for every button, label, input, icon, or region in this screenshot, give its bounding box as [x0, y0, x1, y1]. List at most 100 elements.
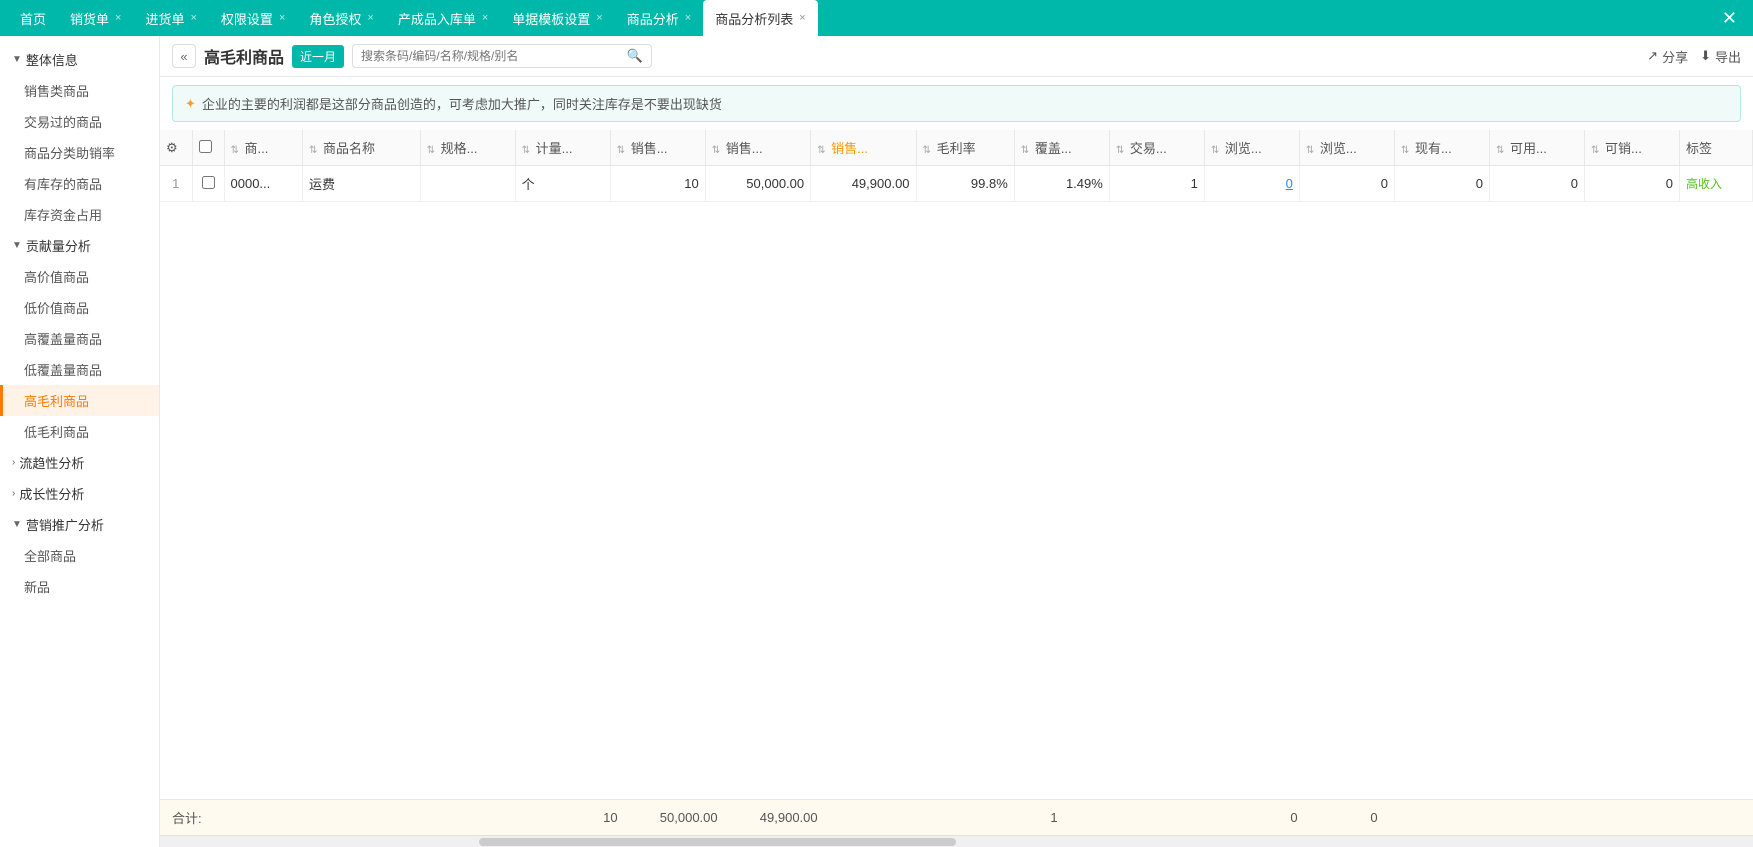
nav-tab-purchase[interactable]: 进货单 ×	[133, 0, 208, 36]
nav-tab-role[interactable]: 角色授权 ×	[297, 0, 385, 36]
sidebar-item-traded-goods[interactable]: 交易过的商品	[0, 106, 159, 137]
close-purchase-icon[interactable]: ×	[190, 12, 196, 24]
row-checkbox[interactable]	[202, 176, 215, 189]
search-input[interactable]	[361, 49, 623, 63]
footer-sales-cost: 49,900.00	[724, 810, 824, 825]
nav-tab-sales[interactable]: 销货单 ×	[58, 0, 133, 36]
sidebar-item-sales-goods[interactable]: 销售类商品	[0, 75, 159, 106]
col-gross-margin[interactable]: ⇅ 毛利率	[916, 130, 1014, 166]
sort-browse1-icon: ⇅	[1211, 145, 1219, 156]
window-close-button[interactable]: ✕	[1714, 8, 1745, 29]
sidebar-group-overall[interactable]: ▼ 整体信息	[0, 44, 159, 75]
col-available[interactable]: ⇅ 可用...	[1489, 130, 1584, 166]
sort-spec-icon: ⇅	[427, 145, 435, 156]
cell-coverage: 1.49%	[1014, 166, 1109, 202]
col-code[interactable]: ⇅ 商...	[224, 130, 303, 166]
col-checkbox[interactable]	[192, 130, 224, 166]
col-sales-amount[interactable]: ⇅ 销售...	[705, 130, 810, 166]
sort-current-icon: ⇅	[1401, 145, 1409, 156]
sidebar-item-low-margin[interactable]: 低毛利商品	[0, 416, 159, 447]
col-coverage[interactable]: ⇅ 覆盖...	[1014, 130, 1109, 166]
export-button[interactable]: ⬇ 导出	[1700, 47, 1741, 66]
cell-spec	[420, 166, 515, 202]
sidebar-group-growth[interactable]: › 成长性分析	[0, 478, 159, 509]
sidebar-item-high-value[interactable]: 高价值商品	[0, 261, 159, 292]
sidebar-item-new-goods[interactable]: 新品	[0, 571, 159, 602]
nav-tab-permission[interactable]: 权限设置 ×	[209, 0, 297, 36]
scrollbar-thumb[interactable]	[479, 838, 957, 846]
sidebar-item-low-coverage[interactable]: 低覆盖量商品	[0, 354, 159, 385]
col-current[interactable]: ⇅ 现有...	[1394, 130, 1489, 166]
cell-sales-cost: 49,900.00	[811, 166, 916, 202]
sort-unit-icon: ⇅	[522, 145, 530, 156]
col-saleable[interactable]: ⇅ 可销...	[1584, 130, 1679, 166]
cell-sales-qty: 10	[610, 166, 705, 202]
content-header: « 高毛利商品 近一月 🔍 ↗ 分享 ⬇ 导出	[160, 36, 1753, 77]
sidebar-group-trend-label: 流趋性分析	[19, 453, 84, 472]
col-settings[interactable]: ⚙	[160, 130, 192, 166]
cell-browse1[interactable]: 0	[1204, 166, 1299, 202]
nav-tab-analysis-list[interactable]: 商品分析列表 ×	[703, 0, 817, 36]
sidebar-item-high-margin[interactable]: 高毛利商品	[0, 385, 159, 416]
select-all-checkbox[interactable]	[199, 140, 212, 153]
footer-gross-spacer	[824, 810, 904, 825]
table-row: 1 0000... 运费 个	[160, 166, 1753, 202]
col-spec[interactable]: ⇅ 规格...	[420, 130, 515, 166]
sort-sales-amount-icon: ⇅	[712, 145, 720, 156]
table-container[interactable]: ⚙ ⇅ 商... ⇅ 商品名称	[160, 130, 1753, 799]
data-table: ⚙ ⇅ 商... ⇅ 商品名称	[160, 130, 1753, 202]
collapse-sidebar-button[interactable]: «	[172, 44, 196, 68]
nav-tab-template[interactable]: 单据模板设置 ×	[500, 0, 614, 36]
nav-tab-role-label: 角色授权	[309, 9, 361, 28]
search-icon[interactable]: 🔍	[627, 48, 643, 64]
content-area: « 高毛利商品 近一月 🔍 ↗ 分享 ⬇ 导出 ✦ 企业的主要	[160, 36, 1753, 847]
col-sales-cost[interactable]: ⇅ 销售...	[811, 130, 916, 166]
col-browse2[interactable]: ⇅ 浏览...	[1299, 130, 1394, 166]
footer-cells: 10 50,000.00 49,900.00 1 0 0	[214, 810, 1741, 825]
cell-tag: 高收入	[1680, 166, 1753, 202]
cell-checkbox[interactable]	[192, 166, 224, 202]
sidebar-group-marketing[interactable]: ▼ 营销推广分析	[0, 509, 159, 540]
close-permission-icon[interactable]: ×	[279, 12, 285, 24]
nav-tab-analysis[interactable]: 商品分析 ×	[615, 0, 703, 36]
col-transaction[interactable]: ⇅ 交易...	[1109, 130, 1204, 166]
settings-icon[interactable]: ⚙	[166, 140, 178, 155]
header-actions: ↗ 分享 ⬇ 导出	[1647, 47, 1741, 66]
nav-tab-warehouse[interactable]: 产成品入库单 ×	[386, 0, 500, 36]
sidebar-item-low-value[interactable]: 低价值商品	[0, 292, 159, 323]
arrow-growth-icon: ›	[12, 488, 15, 499]
footer-browse2-spacer	[1144, 810, 1224, 825]
horizontal-scrollbar[interactable]	[160, 835, 1753, 847]
collapse-icon: «	[180, 49, 187, 64]
close-warehouse-icon[interactable]: ×	[482, 12, 488, 24]
sort-available-icon: ⇅	[1496, 145, 1504, 156]
search-box[interactable]: 🔍	[352, 44, 652, 68]
nav-tab-home[interactable]: 首页	[8, 0, 58, 36]
col-sales-qty[interactable]: ⇅ 销售...	[610, 130, 705, 166]
cell-browse2: 0	[1299, 166, 1394, 202]
sidebar-item-category-rate[interactable]: 商品分类助销率	[0, 137, 159, 168]
sort-name-icon: ⇅	[309, 145, 317, 156]
sidebar-item-in-stock[interactable]: 有库存的商品	[0, 168, 159, 199]
sort-sales-cost-icon: ⇅	[817, 145, 825, 156]
sidebar-group-contribution[interactable]: ▼ 贡献量分析	[0, 230, 159, 261]
close-role-icon[interactable]: ×	[367, 12, 373, 24]
cell-transaction: 1	[1109, 166, 1204, 202]
cell-unit: 个	[515, 166, 610, 202]
close-sales-icon[interactable]: ×	[115, 12, 121, 24]
close-template-icon[interactable]: ×	[596, 12, 602, 24]
period-button[interactable]: 近一月	[292, 45, 344, 68]
col-browse1[interactable]: ⇅ 浏览...	[1204, 130, 1299, 166]
sidebar-item-high-coverage[interactable]: 高覆盖量商品	[0, 323, 159, 354]
footer-transaction: 1	[984, 810, 1064, 825]
footer-spacer	[214, 810, 544, 825]
sidebar-group-trend[interactable]: › 流趋性分析	[0, 447, 159, 478]
close-analysis-icon[interactable]: ×	[685, 12, 691, 24]
sidebar-item-stock-capital[interactable]: 库存资金占用	[0, 199, 159, 230]
close-analysis-list-icon[interactable]: ×	[799, 12, 805, 24]
sidebar-item-all-goods[interactable]: 全部商品	[0, 540, 159, 571]
col-unit[interactable]: ⇅ 计量...	[515, 130, 610, 166]
share-button[interactable]: ↗ 分享	[1647, 47, 1688, 66]
col-name[interactable]: ⇅ 商品名称	[303, 130, 421, 166]
col-tag[interactable]: 标签	[1680, 130, 1753, 166]
